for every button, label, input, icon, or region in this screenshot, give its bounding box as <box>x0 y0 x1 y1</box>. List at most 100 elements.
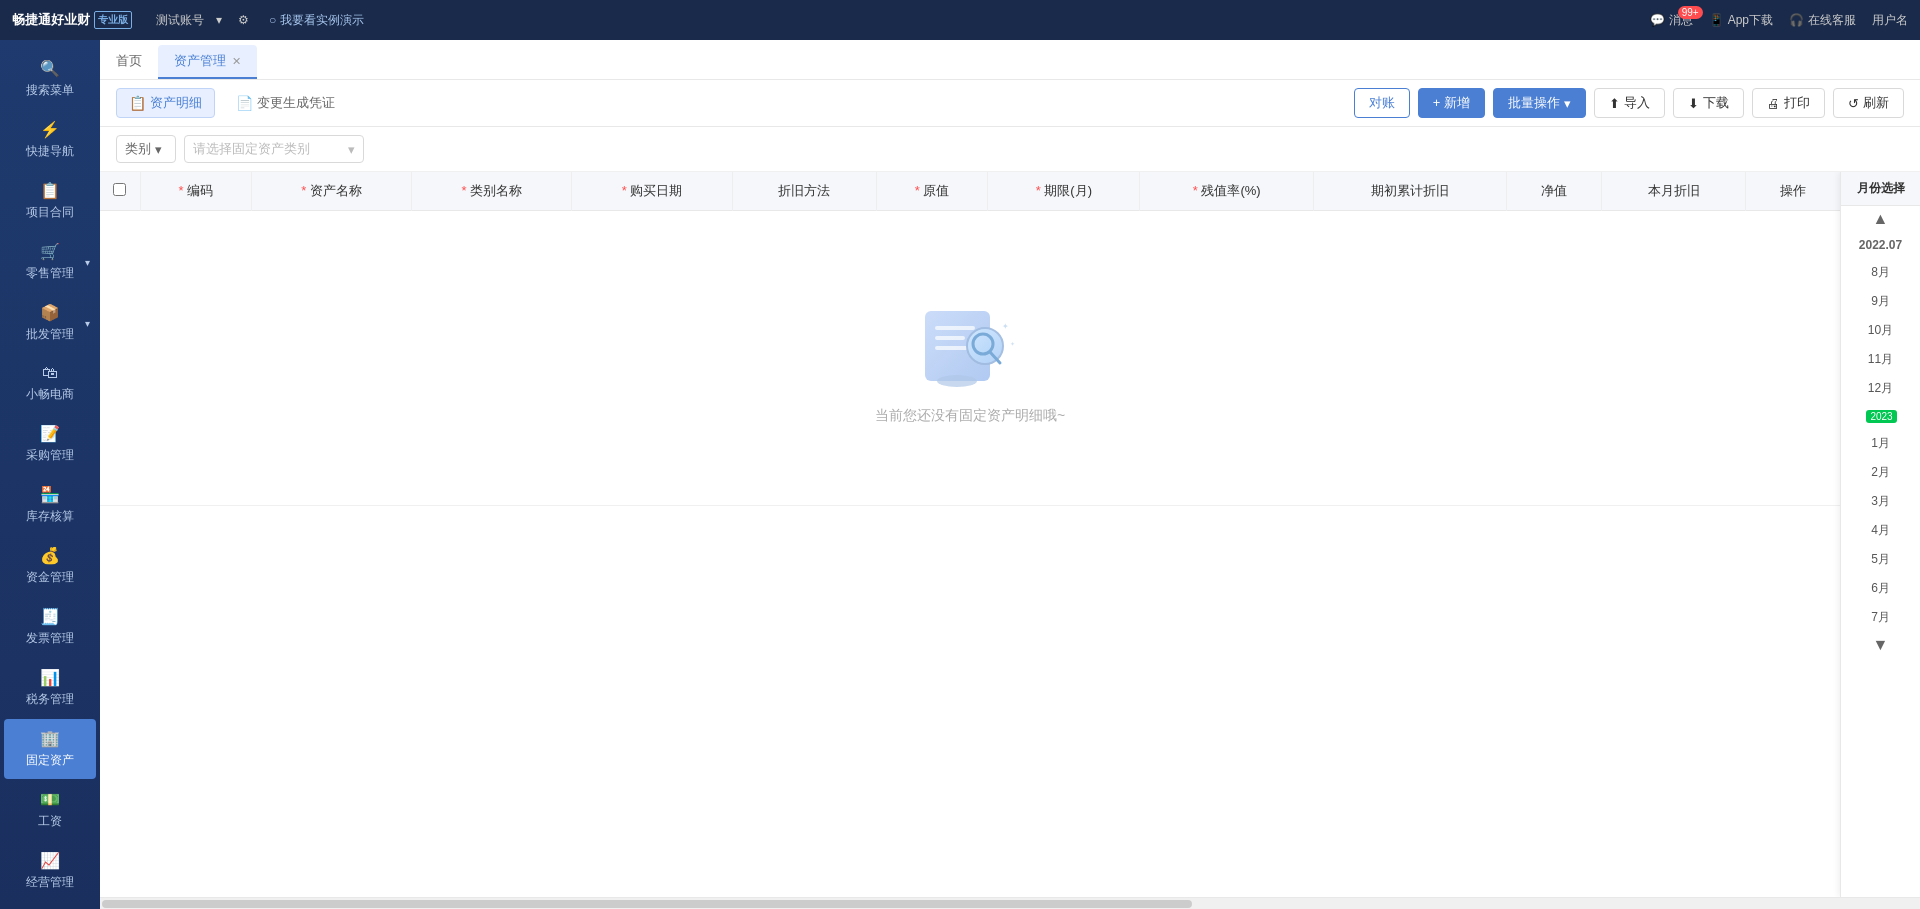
voucher-tab-label: 变更生成凭证 <box>257 94 335 112</box>
sidebar-label-assets: 固定资产 <box>26 752 74 769</box>
month-item-11[interactable]: 11月 <box>1841 345 1920 374</box>
account-dropdown[interactable]: ▾ <box>216 13 222 27</box>
category-type-select[interactable]: 类别 ▾ <box>116 135 176 163</box>
month-item-1[interactable]: 1月 <box>1841 429 1920 458</box>
svg-rect-2 <box>935 336 965 340</box>
table-container: 编码 资产名称 类别名称 购买日期 折旧方法 原值 期限(月) 残值率(%) 期… <box>100 172 1840 897</box>
app-download-button[interactable]: 📱 App下载 <box>1709 12 1773 29</box>
empty-text: 当前您还没有固定资产明细哦~ <box>875 407 1065 425</box>
sidebar-item-wholesale[interactable]: 📦 批发管理 ▾ <box>4 293 96 353</box>
demo-link[interactable]: ○ 我要看实例演示 <box>269 12 364 29</box>
th-category: 类别名称 <box>412 172 572 211</box>
th-code: 编码 <box>140 172 252 211</box>
duizhang-button[interactable]: 对账 <box>1354 88 1410 118</box>
print-button[interactable]: 🖨 打印 <box>1752 88 1825 118</box>
content-area: 📋 资产明细 📄 变更生成凭证 对账 + 新增 批量操作 ▾ ⬆ 导入 <box>100 80 1920 909</box>
print-icon: 🖨 <box>1767 96 1780 111</box>
sidebar-item-purchase[interactable]: 📝 采购管理 <box>4 414 96 474</box>
sidebar-label-operations: 经营管理 <box>26 874 74 891</box>
sidebar-item-salary[interactable]: 💵 工资 <box>4 780 96 840</box>
th-operation: 操作 <box>1746 172 1840 211</box>
month-item-4[interactable]: 4月 <box>1841 516 1920 545</box>
tab-bar: 首页 资产管理 ✕ <box>100 40 1920 80</box>
month-item-8[interactable]: 8月 <box>1841 258 1920 287</box>
refresh-icon: ↺ <box>1848 96 1859 111</box>
sidebar-item-quicknav[interactable]: ⚡ 快捷导航 <box>4 110 96 170</box>
sidebar-item-ecommerce[interactable]: 🛍 小畅电商 <box>4 354 96 413</box>
sub-tabs: 📋 资产明细 📄 变更生成凭证 对账 + 新增 批量操作 ▾ ⬆ 导入 <box>100 80 1920 127</box>
sidebar-item-search[interactable]: 🔍 搜索菜单 <box>4 49 96 109</box>
sidebar-label-wholesale: 批发管理 <box>26 326 74 343</box>
message-button[interactable]: 💬 消息 99+ <box>1650 12 1693 29</box>
add-button[interactable]: + 新增 <box>1418 88 1485 118</box>
th-original-value: 原值 <box>876 172 988 211</box>
sidebar-item-retail[interactable]: 🛒 零售管理 ▾ <box>4 232 96 292</box>
invoice-icon: 🧾 <box>40 607 60 626</box>
account-name[interactable]: 测试账号 <box>156 12 204 29</box>
th-checkbox <box>100 172 140 211</box>
salary-icon: 💵 <box>40 790 60 809</box>
import-icon: ⬆ <box>1609 96 1620 111</box>
sidebar-item-tax[interactable]: 📊 税务管理 <box>4 658 96 718</box>
th-depreciation-method: 折旧方法 <box>732 172 876 211</box>
tab-close-icon[interactable]: ✕ <box>232 55 241 68</box>
sidebar-label-finance: 资金管理 <box>26 569 74 586</box>
horizontal-scrollbar[interactable] <box>100 897 1920 909</box>
svg-rect-3 <box>935 346 970 350</box>
import-button[interactable]: ⬆ 导入 <box>1594 88 1665 118</box>
month-item-10[interactable]: 10月 <box>1841 316 1920 345</box>
select-all-checkbox[interactable] <box>113 183 126 196</box>
sidebar-item-inventory[interactable]: 🏪 库存核算 <box>4 475 96 535</box>
sidebar-label-salary: 工资 <box>38 813 62 830</box>
empty-row: ✦ ✦ 当前您还没有固定资产明细哦~ <box>100 211 1840 506</box>
batch-button[interactable]: 批量操作 ▾ <box>1493 88 1586 118</box>
sidebar-item-finance[interactable]: 💰 资金管理 <box>4 536 96 596</box>
sidebar-item-ledger[interactable]: 📒 总账管理 <box>4 902 96 909</box>
scroll-thumb[interactable] <box>102 900 1192 908</box>
month-item-5[interactable]: 5月 <box>1841 545 1920 574</box>
month-down-button[interactable]: ▼ <box>1869 632 1893 658</box>
wholesale-icon: 📦 <box>40 303 60 322</box>
sidebar-item-invoice[interactable]: 🧾 发票管理 <box>4 597 96 657</box>
month-item-3[interactable]: 3月 <box>1841 487 1920 516</box>
tab-assets[interactable]: 资产管理 ✕ <box>158 45 257 79</box>
category-value-select[interactable]: 请选择固定资产类别 ▾ <box>184 135 364 163</box>
message-icon: 💬 <box>1650 13 1665 27</box>
month-item-12[interactable]: 12月 <box>1841 374 1920 403</box>
th-name: 资产名称 <box>252 172 412 211</box>
voucher-tab-icon: 📄 <box>236 95 253 111</box>
assets-table: 编码 资产名称 类别名称 购买日期 折旧方法 原值 期限(月) 残值率(%) 期… <box>100 172 1840 506</box>
sidebar-label-search: 搜索菜单 <box>26 82 74 99</box>
top-bar: 畅捷通好业财 专业版 测试账号 ▾ ⚙ ○ 我要看实例演示 💬 消息 99+ 📱… <box>0 0 1920 40</box>
tab-home[interactable]: 首页 <box>100 45 158 79</box>
month-year-2022[interactable]: 2022.07 <box>1841 232 1920 258</box>
user-name[interactable]: 用户名 <box>1872 12 1908 29</box>
month-item-9[interactable]: 9月 <box>1841 287 1920 316</box>
project-icon: 📋 <box>40 181 60 200</box>
sidebar-item-operations[interactable]: 📈 经营管理 <box>4 841 96 901</box>
refresh-button[interactable]: ↺ 刷新 <box>1833 88 1904 118</box>
month-year-badge-row: 2023 <box>1841 403 1920 429</box>
sidebar-label-project: 项目合同 <box>26 204 74 221</box>
sidebar-item-project[interactable]: 📋 项目合同 <box>4 171 96 231</box>
month-up-button[interactable]: ▲ <box>1869 206 1893 232</box>
month-item-6[interactable]: 6月 <box>1841 574 1920 603</box>
sub-tab-voucher[interactable]: 📄 变更生成凭证 <box>223 88 348 118</box>
online-service-button[interactable]: 🎧 在线客服 <box>1789 12 1856 29</box>
inventory-icon: 🏪 <box>40 485 60 504</box>
settings-icon[interactable]: ⚙ <box>238 13 249 27</box>
download-button[interactable]: ⬇ 下载 <box>1673 88 1744 118</box>
app-logo: 畅捷通好业财 专业版 <box>12 11 132 29</box>
th-period: 期限(月) <box>988 172 1140 211</box>
sub-tab-detail[interactable]: 📋 资产明细 <box>116 88 215 118</box>
chevron-down-icon: ▾ <box>85 257 90 268</box>
month-item-2[interactable]: 2月 <box>1841 458 1920 487</box>
headset-icon: 🎧 <box>1789 13 1804 27</box>
sidebar: 🔍 搜索菜单 ⚡ 快捷导航 📋 项目合同 🛒 零售管理 ▾ 📦 批发管理 ▾ <box>0 40 100 909</box>
month-item-7[interactable]: 7月 <box>1841 603 1920 632</box>
operations-icon: 📈 <box>40 851 60 870</box>
batch-dropdown-icon: ▾ <box>1564 96 1571 111</box>
svg-point-4 <box>937 375 977 387</box>
th-accumulated: 期初累计折旧 <box>1314 172 1507 211</box>
sidebar-item-assets[interactable]: 🏢 固定资产 <box>4 719 96 779</box>
